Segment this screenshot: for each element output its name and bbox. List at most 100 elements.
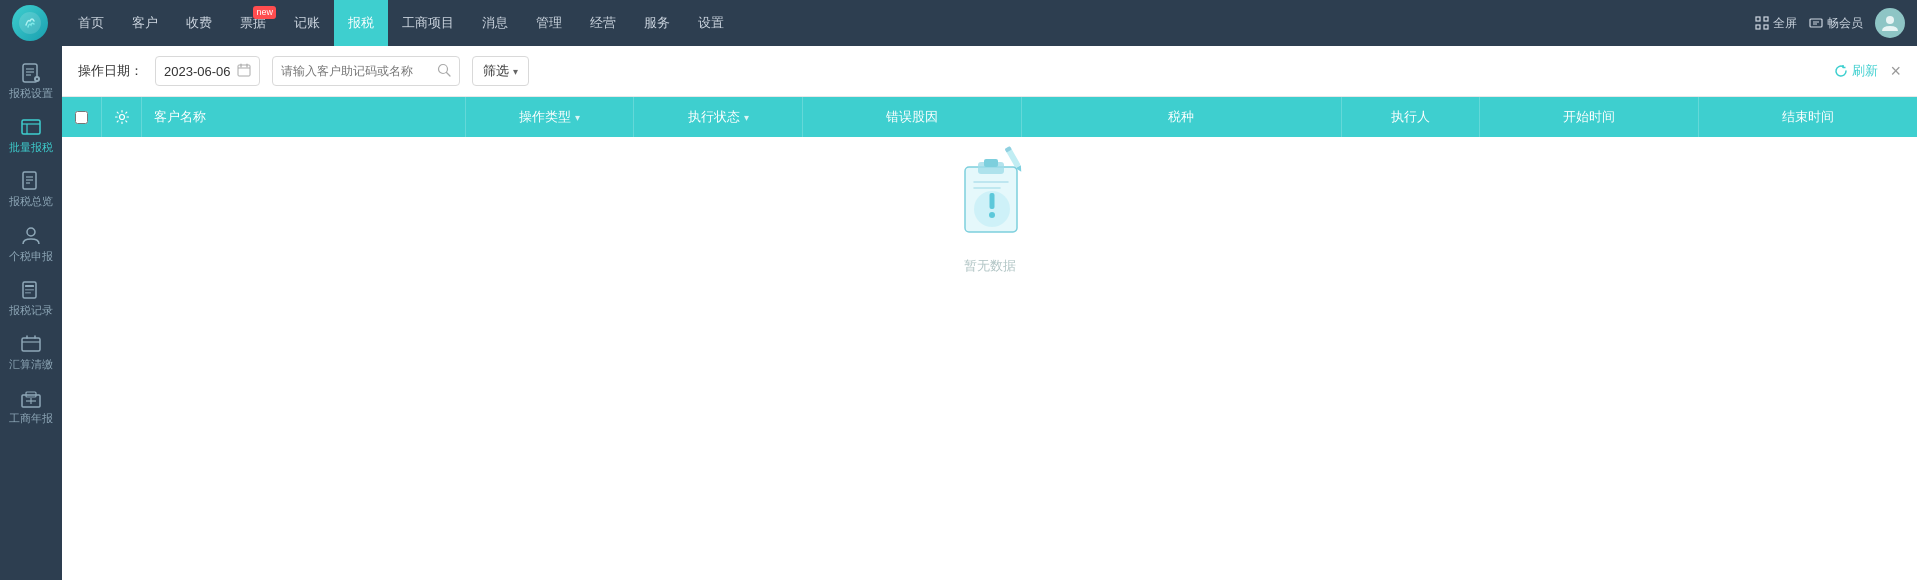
- sidebar-label-personal-tax: 个税申报: [9, 250, 53, 263]
- search-box: [272, 56, 460, 86]
- search-icon: [437, 63, 451, 80]
- sidebar-label-calc-pay: 汇算清缴: [9, 358, 53, 371]
- svg-rect-49: [984, 159, 998, 167]
- sidebar-item-tax-records[interactable]: 报税记录: [0, 271, 62, 325]
- svg-rect-1: [1756, 17, 1760, 21]
- calc-pay-icon: [20, 333, 42, 355]
- svg-point-23: [27, 228, 35, 236]
- empty-illustration: [940, 137, 1040, 247]
- tax-summary-icon: [20, 170, 42, 192]
- empty-state-container: 暂无数据: [62, 137, 1917, 275]
- th-op-type[interactable]: 操作类型 ▾: [466, 97, 634, 137]
- svg-point-52: [989, 212, 995, 218]
- svg-line-41: [446, 72, 450, 76]
- svg-point-42: [119, 115, 124, 120]
- date-picker[interactable]: 2023-06-06: [155, 56, 260, 86]
- sidebar-item-tax-summary[interactable]: 报税总览: [0, 162, 62, 216]
- main-layout: 报税设置 批量报税 报税总览: [0, 46, 1917, 580]
- nav-accounts[interactable]: 记账: [280, 0, 334, 46]
- th-end: 结束时间: [1699, 97, 1917, 137]
- th-executor: 执行人: [1342, 97, 1480, 137]
- refresh-button[interactable]: 刷新: [1834, 62, 1878, 80]
- empty-state: 暂无数据: [940, 137, 1040, 275]
- fullscreen-label: 全屏: [1773, 15, 1797, 32]
- sidebar-item-personal-tax[interactable]: 个税申报: [0, 217, 62, 271]
- sort-icon-op-type: ▾: [575, 112, 580, 123]
- top-nav: 首页 客户 收费 票据 new 记账 报税 工商项目 消息 管理 经营 服务 设…: [0, 0, 1917, 46]
- fullscreen-icon: [1755, 16, 1769, 30]
- refresh-label: 刷新: [1852, 62, 1878, 80]
- date-value: 2023-06-06: [164, 64, 231, 79]
- sidebar-label-annual-report: 工商年报: [9, 412, 53, 425]
- sidebar-label-tax-records: 报税记录: [9, 304, 53, 317]
- nav-tax[interactable]: 报税: [334, 0, 388, 46]
- nav-message[interactable]: 消息: [468, 0, 522, 46]
- tax-records-icon: [20, 279, 42, 301]
- svg-rect-25: [25, 285, 34, 287]
- svg-rect-5: [1810, 19, 1822, 27]
- th-error: 错误股因: [803, 97, 1022, 137]
- svg-rect-3: [1756, 25, 1760, 29]
- table-header: 客户名称 操作类型 ▾ 执行状态 ▾ 错误股因 税种 执行人: [62, 97, 1917, 137]
- app-logo[interactable]: [12, 5, 48, 41]
- calendar-icon: [237, 63, 251, 80]
- fullscreen-button[interactable]: 全屏: [1755, 15, 1797, 32]
- svg-point-8: [1886, 16, 1894, 24]
- filter-button[interactable]: 筛选 ▾: [472, 56, 529, 86]
- sidebar-item-calc-pay[interactable]: 汇算清缴: [0, 325, 62, 379]
- toolbar: 操作日期： 2023-06-06: [62, 46, 1917, 97]
- nav-settings[interactable]: 设置: [684, 0, 738, 46]
- tax-settings-icon: [20, 62, 42, 84]
- th-settings[interactable]: [102, 97, 142, 137]
- nav-business[interactable]: 工商项目: [388, 0, 468, 46]
- sidebar-label-tax-summary: 报税总览: [9, 195, 53, 208]
- select-all-checkbox[interactable]: [75, 111, 88, 124]
- sidebar-label-tax-settings: 报税设置: [9, 87, 53, 100]
- annual-report-icon: [20, 387, 42, 409]
- top-nav-right: 全屏 畅会员: [1755, 8, 1905, 38]
- sidebar-label-batch-tax: 批量报税: [9, 141, 53, 154]
- user-avatar[interactable]: [1875, 8, 1905, 38]
- nav-client[interactable]: 客户: [118, 0, 172, 46]
- filter-label: 筛选: [483, 62, 509, 80]
- svg-rect-27: [25, 292, 31, 294]
- sort-icon-status: ▾: [744, 112, 749, 123]
- th-name: 客户名称: [142, 97, 466, 137]
- chevron-down-icon: ▾: [513, 66, 518, 77]
- svg-point-0: [19, 12, 41, 34]
- th-start: 开始时间: [1480, 97, 1699, 137]
- date-label: 操作日期：: [78, 62, 143, 80]
- nav-manage[interactable]: 管理: [522, 0, 576, 46]
- nav-invoice[interactable]: 票据 new: [226, 0, 280, 46]
- member-icon: [1809, 16, 1823, 30]
- member-button[interactable]: 畅会员: [1809, 15, 1863, 32]
- nav-operation[interactable]: 经营: [576, 0, 630, 46]
- svg-rect-4: [1764, 25, 1768, 29]
- sidebar-item-annual-report[interactable]: 工商年报: [0, 379, 62, 433]
- sidebar: 报税设置 批量报税 报税总览: [0, 46, 62, 580]
- empty-text: 暂无数据: [964, 257, 1016, 275]
- svg-rect-2: [1764, 17, 1768, 21]
- nav-collection[interactable]: 收费: [172, 0, 226, 46]
- nav-home[interactable]: 首页: [64, 0, 118, 46]
- th-tax: 税种: [1022, 97, 1342, 137]
- new-badge: new: [253, 6, 276, 19]
- svg-rect-51: [989, 193, 994, 209]
- batch-tax-icon: [20, 116, 42, 138]
- th-checkbox[interactable]: [62, 97, 102, 137]
- nav-service[interactable]: 服务: [630, 0, 684, 46]
- settings-icon: [114, 109, 130, 125]
- sidebar-item-batch-tax[interactable]: 批量报税: [0, 108, 62, 162]
- sidebar-item-tax-settings[interactable]: 报税设置: [0, 54, 62, 108]
- member-label: 畅会员: [1827, 15, 1863, 32]
- nav-items: 首页 客户 收费 票据 new 记账 报税 工商项目 消息 管理 经营 服务 设…: [64, 0, 1755, 46]
- table-body: 暂无数据: [62, 137, 1917, 580]
- svg-rect-28: [22, 338, 40, 351]
- th-status[interactable]: 执行状态 ▾: [634, 97, 802, 137]
- svg-rect-26: [25, 289, 34, 291]
- search-input[interactable]: [281, 64, 431, 78]
- svg-rect-36: [238, 65, 250, 76]
- svg-rect-16: [22, 120, 40, 134]
- close-button[interactable]: ×: [1890, 62, 1901, 80]
- personal-tax-icon: [20, 225, 42, 247]
